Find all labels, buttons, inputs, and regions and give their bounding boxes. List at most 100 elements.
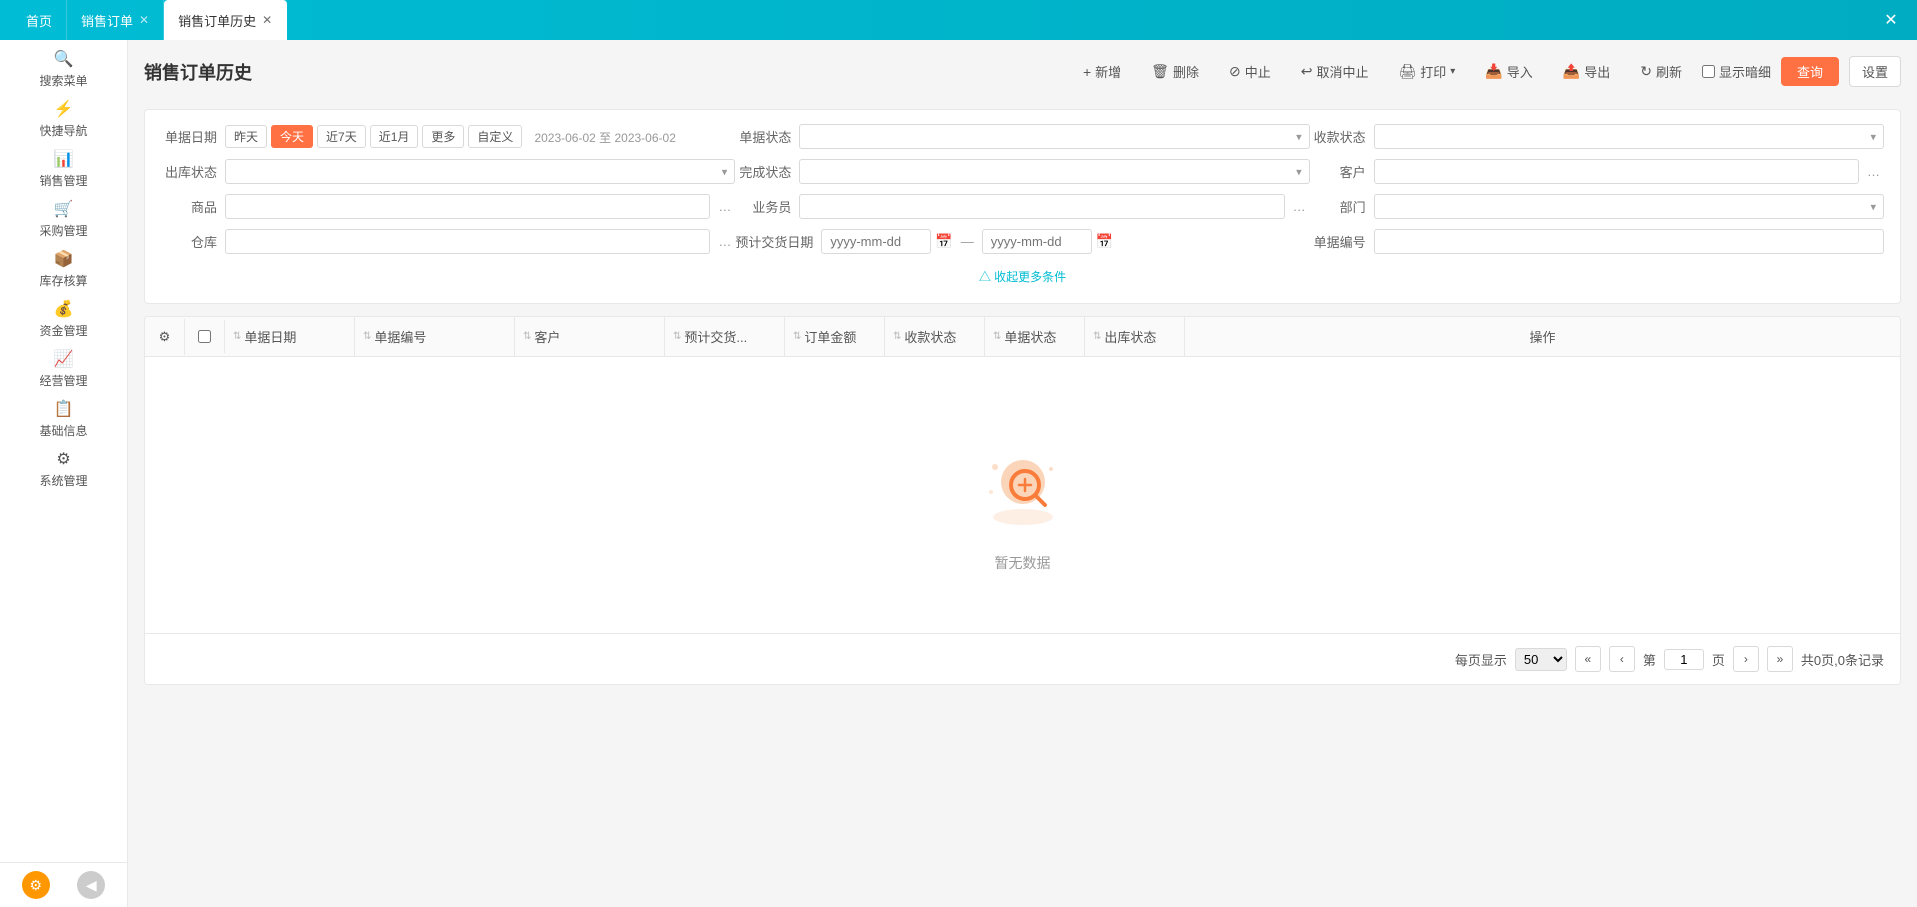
date-1month-btn[interactable]: 近1月 — [370, 125, 419, 148]
th-pay-status[interactable]: ⇅ 收款状态 — [885, 317, 985, 356]
page-number-input[interactable] — [1664, 649, 1704, 670]
th-check[interactable] — [185, 320, 225, 353]
th-customer[interactable]: ⇅ 客户 — [515, 317, 665, 356]
tab-sales-order[interactable]: 销售订单 ✕ — [67, 0, 164, 40]
date-custom-btn[interactable]: 自定义 — [468, 125, 522, 148]
calendar-start-icon[interactable]: 📅 — [935, 233, 952, 250]
collapse-label: △ 收起更多条件 — [979, 270, 1066, 284]
tab-sales-order-history-close[interactable]: ✕ — [262, 13, 272, 27]
next-page-btn[interactable]: › — [1733, 646, 1759, 672]
complete-select[interactable] — [799, 159, 1309, 184]
export-btn[interactable]: 📤 导出 — [1553, 57, 1620, 86]
th-delivery[interactable]: ⇅ 预计交货... — [665, 317, 785, 356]
refresh-btn[interactable]: ↻ 刷新 — [1630, 57, 1692, 86]
top-bar-right: ✕ — [1877, 6, 1905, 34]
stop-icon: ⊘ — [1229, 63, 1241, 80]
delivery-date-control: 📅 — 📅 — [821, 229, 1309, 254]
calendar-end-icon[interactable]: 📅 — [1096, 233, 1113, 250]
sidebar-item-quick-nav[interactable]: ⚡ 快捷导航 — [0, 94, 127, 144]
date-more-btn[interactable]: 更多 — [422, 125, 464, 148]
prev-page-icon: ‹ — [1620, 652, 1624, 666]
salesperson-dots[interactable]: … — [1289, 199, 1310, 214]
date-7days-btn[interactable]: 近7天 — [317, 125, 366, 148]
select-all-checkbox[interactable] — [198, 330, 211, 343]
sort-icon-5: ⇅ — [793, 331, 801, 342]
warehouse-control: … — [225, 229, 735, 254]
operation-mgmt-icon: 📈 — [54, 349, 74, 369]
tab-sales-order-history[interactable]: 销售订单历史 ✕ — [164, 0, 287, 40]
delivery-date-end-input[interactable] — [982, 229, 1092, 254]
settings-btn[interactable]: 设置 — [1849, 56, 1901, 87]
sidebar-item-inventory[interactable]: 📦 库存核算 — [0, 244, 127, 294]
sidebar-item-operation-mgmt-label: 经营管理 — [39, 372, 87, 389]
page-size-select[interactable]: 50 10 20 100 — [1515, 648, 1567, 671]
settings-btn-label: 设置 — [1862, 65, 1888, 80]
print-btn[interactable]: 🖨 打印 ▾ — [1388, 57, 1465, 86]
salesperson-input[interactable] — [799, 194, 1284, 219]
th-amount[interactable]: ⇅ 订单金额 — [785, 317, 885, 356]
first-page-btn[interactable]: « — [1575, 646, 1601, 672]
th-stock-status[interactable]: ⇅ 出库状态 — [1085, 317, 1185, 356]
warehouse-dots[interactable]: … — [714, 234, 735, 249]
collapse-bar[interactable]: △ 收起更多条件 — [161, 264, 1884, 289]
sidebar-item-sales-mgmt[interactable]: 📊 销售管理 — [0, 144, 127, 194]
warehouse-input[interactable] — [225, 229, 710, 254]
sidebar-item-operation-mgmt[interactable]: 📈 经营管理 — [0, 344, 127, 394]
delivery-date-start-input[interactable] — [821, 229, 931, 254]
sidebar-item-search-menu[interactable]: 🔍 搜索菜单 — [0, 44, 127, 94]
dept-select[interactable] — [1374, 194, 1884, 219]
sidebar-settings-btn[interactable]: ⚙ — [22, 871, 50, 899]
query-btn[interactable]: 查询 — [1781, 57, 1839, 86]
tab-sales-order-history-label: 销售订单历史 — [178, 11, 256, 30]
goods-input[interactable] — [225, 194, 710, 219]
order-status-select[interactable] — [799, 124, 1309, 149]
th-date[interactable]: ⇅ 单据日期 — [225, 317, 355, 356]
table-header: ⚙ ⇅ 单据日期 ⇅ 单据编号 ⇅ 客户 ⇅ — [145, 317, 1900, 357]
display-cols-checkbox[interactable] — [1702, 65, 1715, 78]
prev-page-btn[interactable]: ‹ — [1609, 646, 1635, 672]
window-close-icon[interactable]: ✕ — [1877, 6, 1905, 34]
stop-btn[interactable]: ⊘ 中止 — [1219, 57, 1281, 86]
cancel-stop-btn[interactable]: ↩ 取消中止 — [1291, 57, 1379, 86]
sidebar-item-system-mgmt[interactable]: ⚙ 系统管理 — [0, 444, 127, 494]
th-order-no[interactable]: ⇅ 单据编号 — [355, 317, 515, 356]
print-arrow-icon: ▾ — [1450, 66, 1455, 77]
date-range-text: 2023-06-02 至 2023-06-02 — [534, 129, 675, 146]
sidebar-item-capital-mgmt[interactable]: 💰 资金管理 — [0, 294, 127, 344]
date-quick-btns: 昨天 今天 近7天 近1月 更多 自定义 — [225, 125, 522, 148]
print-btn-label: 打印 — [1420, 62, 1446, 81]
order-no-label: 单据编号 — [1310, 232, 1374, 251]
sidebar-item-basic-info[interactable]: 📋 基础信息 — [0, 394, 127, 444]
goods-dots[interactable]: … — [714, 199, 735, 214]
empty-text: 暂无数据 — [995, 553, 1051, 573]
date-yesterday-btn[interactable]: 昨天 — [225, 125, 267, 148]
new-btn[interactable]: + 新增 — [1073, 57, 1131, 86]
sidebar-collapse-btn[interactable]: ◀ — [77, 871, 105, 899]
order-no-control — [1374, 229, 1884, 254]
tab-home[interactable]: 首页 — [12, 0, 67, 40]
date-today-btn[interactable]: 今天 — [271, 125, 313, 148]
tab-sales-order-close[interactable]: ✕ — [139, 13, 149, 27]
delete-btn[interactable]: 🗑 删除 — [1141, 57, 1209, 86]
th-order-status[interactable]: ⇅ 单据状态 — [985, 317, 1085, 356]
customer-dots[interactable]: … — [1863, 164, 1884, 179]
pay-status-select[interactable] — [1374, 124, 1884, 149]
order-no-input[interactable] — [1374, 229, 1884, 254]
delete-btn-label: 删除 — [1173, 62, 1199, 81]
last-page-btn[interactable]: » — [1767, 646, 1793, 672]
filter-customer-item: 客户 … — [1310, 159, 1884, 184]
sidebar-item-purchase-mgmt[interactable]: 🛒 采购管理 — [0, 194, 127, 244]
cancel-stop-btn-label: 取消中止 — [1316, 62, 1368, 81]
import-btn[interactable]: 📥 导入 — [1475, 57, 1542, 86]
customer-input[interactable] — [1374, 159, 1859, 184]
stop-btn-label: 中止 — [1245, 62, 1271, 81]
date-dash: — — [957, 234, 978, 249]
sort-icon: ⇅ — [233, 331, 241, 342]
print-icon: 🖨 — [1398, 63, 1416, 80]
th-settings[interactable]: ⚙ — [145, 319, 185, 355]
delivery-date-label: 预计交货日期 — [735, 232, 821, 251]
sidebar-item-inventory-label: 库存核算 — [39, 272, 87, 289]
warehouse-label: 仓库 — [161, 232, 225, 251]
stock-out-select[interactable] — [225, 159, 735, 184]
display-cols-label: 显示暗细 — [1702, 62, 1771, 81]
